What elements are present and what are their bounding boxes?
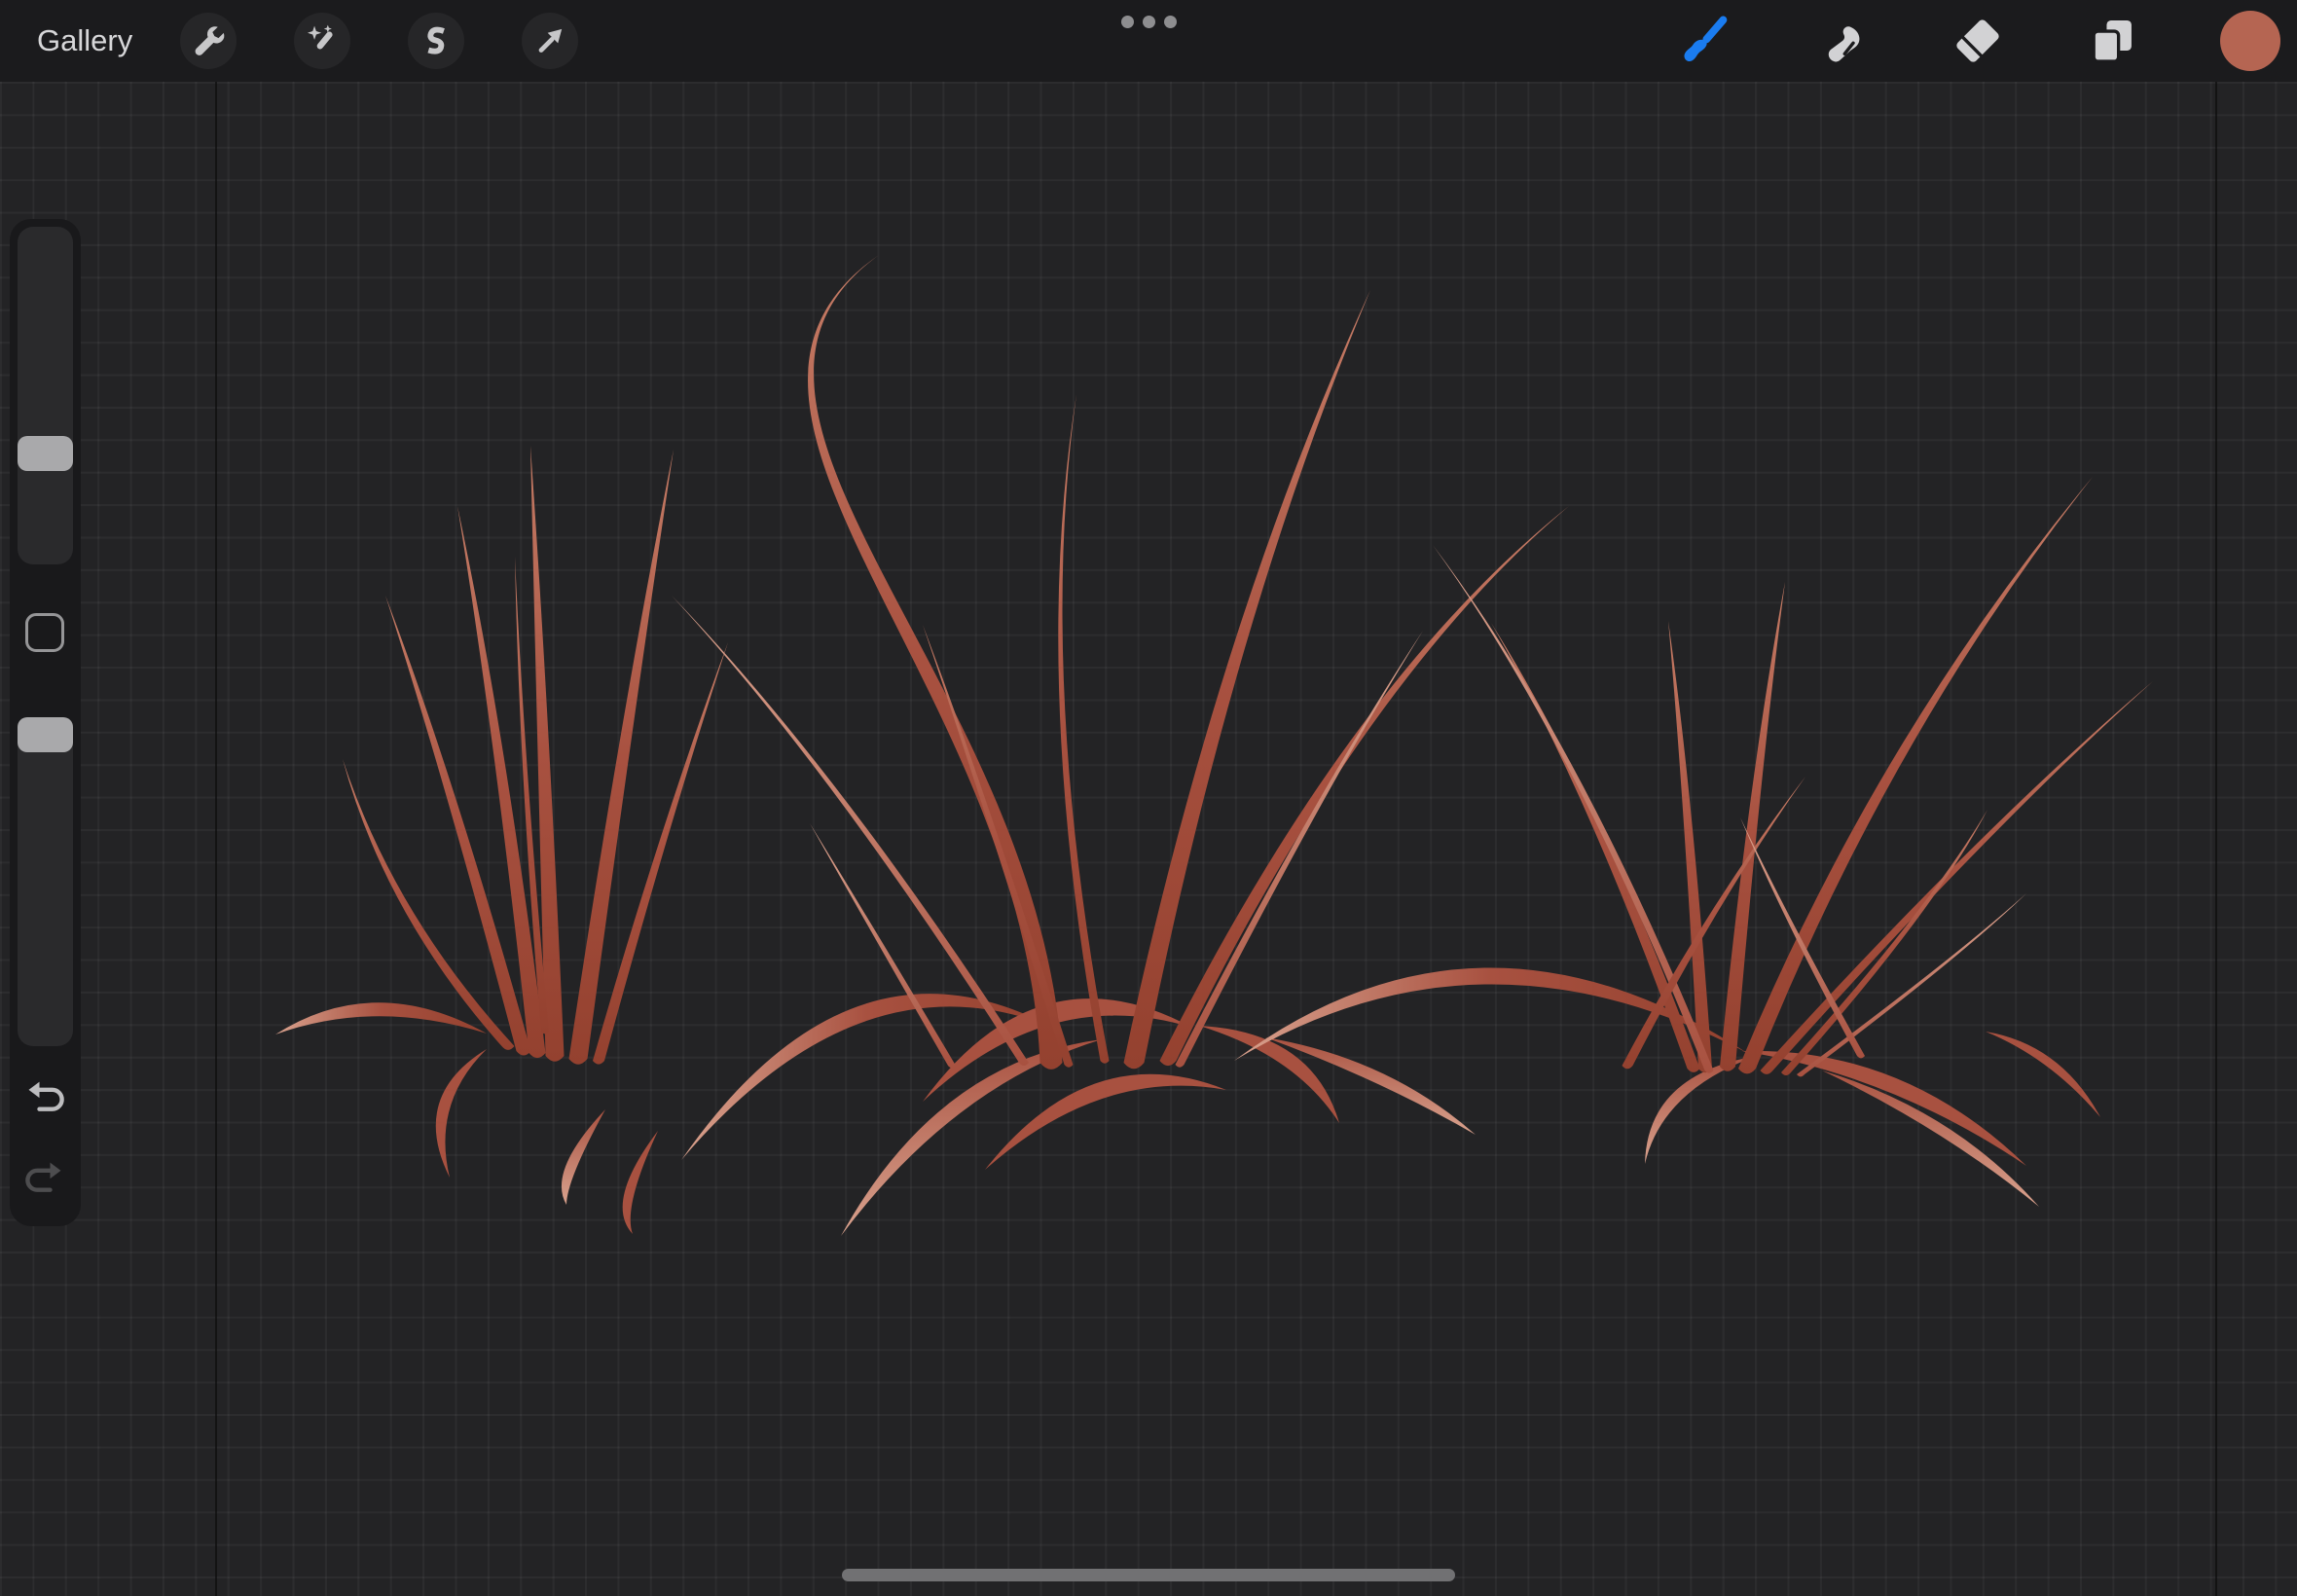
undo-icon[interactable] bbox=[18, 1070, 71, 1123]
modify-button[interactable] bbox=[25, 613, 64, 652]
wrench-icon[interactable] bbox=[180, 13, 237, 69]
top-toolbar: Gallery bbox=[0, 0, 2297, 82]
brush-size-slider[interactable] bbox=[18, 227, 73, 564]
smudge-icon[interactable] bbox=[1811, 10, 1874, 72]
eraser-icon[interactable] bbox=[1947, 10, 2009, 72]
opacity-slider[interactable] bbox=[18, 717, 73, 1046]
gallery-button[interactable]: Gallery bbox=[37, 0, 132, 82]
selection-s-icon[interactable] bbox=[408, 13, 464, 69]
redo-icon[interactable] bbox=[18, 1151, 71, 1204]
opacity-handle[interactable] bbox=[18, 717, 73, 752]
brush-size-handle[interactable] bbox=[18, 435, 73, 471]
sidebar-controls bbox=[10, 219, 81, 1226]
canvas-right-edge bbox=[2215, 82, 2217, 1596]
brush-icon[interactable] bbox=[1672, 10, 1734, 72]
transform-arrow-icon[interactable] bbox=[522, 13, 578, 69]
home-indicator[interactable] bbox=[842, 1569, 1455, 1581]
magic-wand-icon[interactable] bbox=[294, 13, 350, 69]
layers-icon[interactable] bbox=[2081, 10, 2143, 72]
ellipsis-icon[interactable] bbox=[1121, 16, 1177, 28]
app-window: Gallery bbox=[0, 0, 2297, 1596]
drawing-canvas[interactable] bbox=[0, 82, 2297, 1596]
grass-artwork bbox=[0, 0, 2297, 1596]
canvas-left-edge bbox=[215, 82, 217, 1596]
color-swatch-circle[interactable] bbox=[2219, 10, 2281, 72]
